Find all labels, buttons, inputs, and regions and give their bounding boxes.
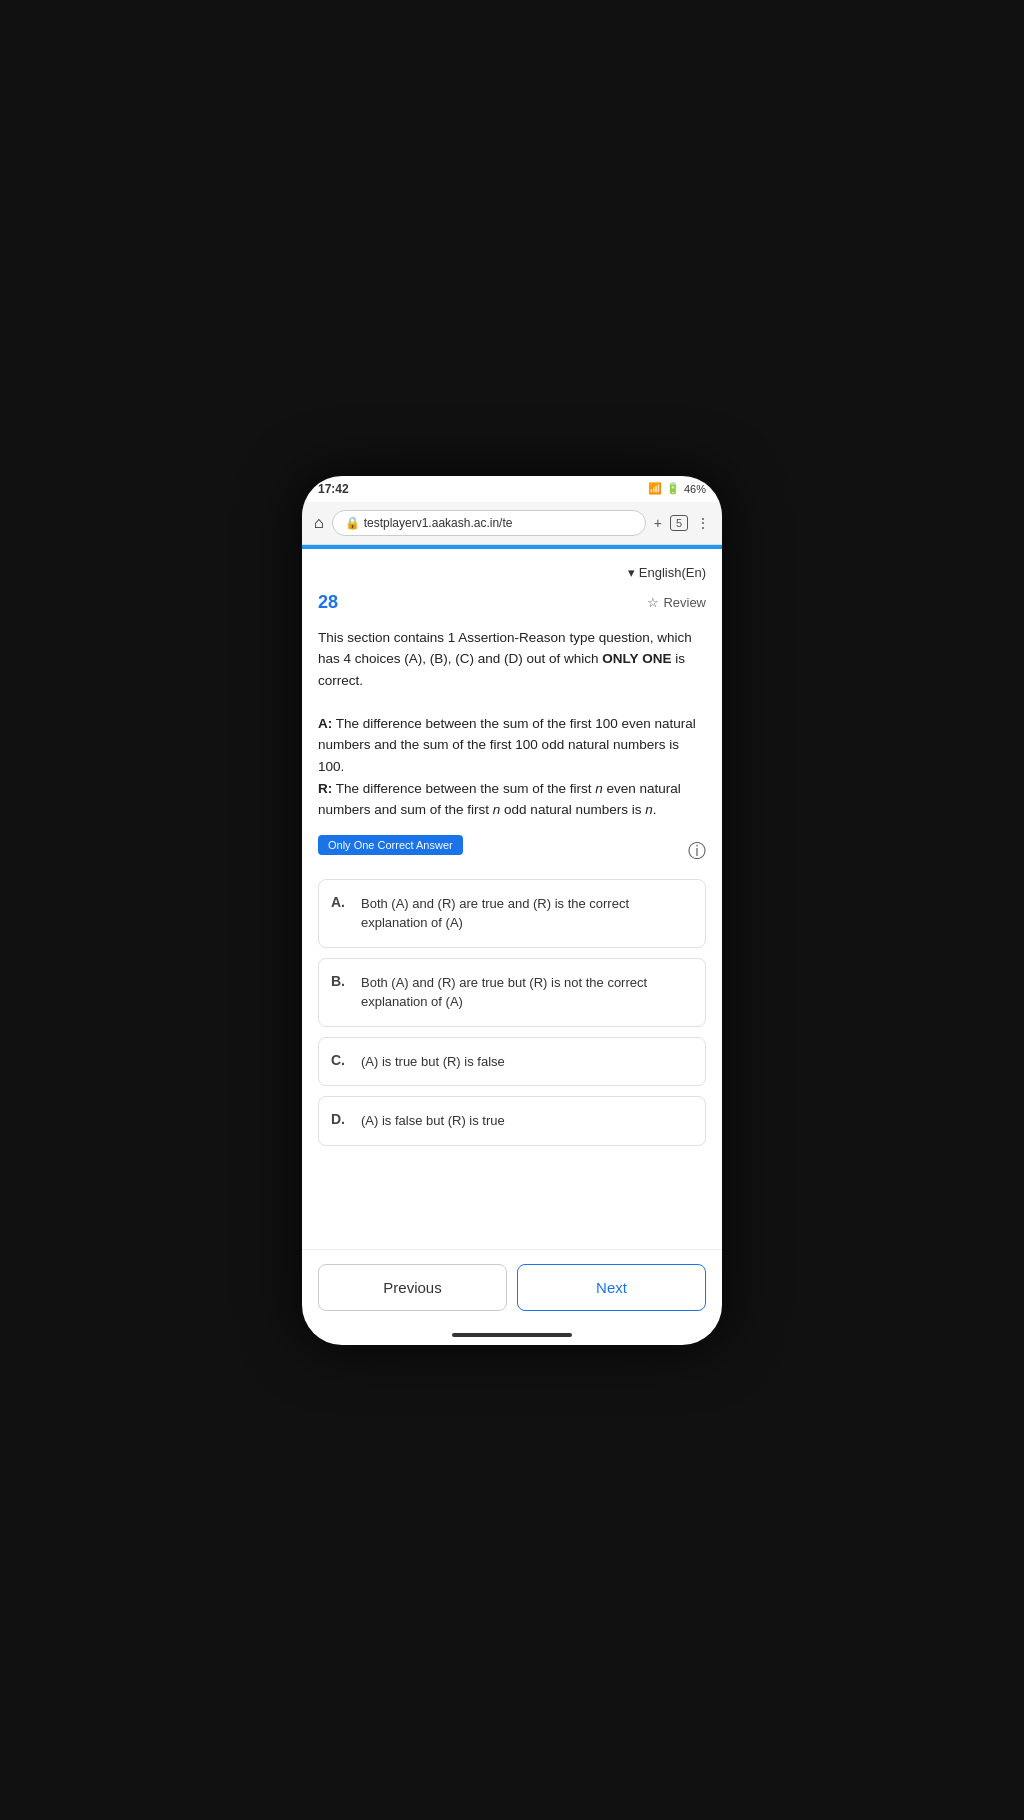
option-b-text: Both (A) and (R) are true but (R) is not… [361, 973, 693, 1012]
battery-icon: 🔋 [666, 482, 680, 495]
question-number: 28 [318, 592, 338, 613]
option-b-label: B. [331, 973, 349, 989]
previous-button[interactable]: Previous [318, 1264, 507, 1311]
options-container: A. Both (A) and (R) are true and (R) is … [318, 879, 706, 1146]
language-selector[interactable]: ▾ English(En) [318, 565, 706, 580]
reason-label: R: [318, 781, 332, 796]
next-button[interactable]: Next [517, 1264, 706, 1311]
option-a[interactable]: A. Both (A) and (R) are true and (R) is … [318, 879, 706, 948]
home-icon[interactable]: ⌂ [314, 514, 324, 532]
bottom-navigation: Previous Next [302, 1249, 722, 1325]
option-d-label: D. [331, 1111, 349, 1127]
only-one-text: ONLY ONE [602, 651, 671, 666]
option-b[interactable]: B. Both (A) and (R) are true but (R) is … [318, 958, 706, 1027]
more-options-icon[interactable]: ⋮ [696, 515, 710, 531]
reason-text: The difference between the sum of the fi… [318, 781, 681, 818]
phone-frame: 17:42 📶 🔋 46% ⌂ 🔒 testplayerv1.aakash.ac… [302, 476, 722, 1345]
assertion-text: The difference between the sum of the fi… [318, 716, 696, 774]
question-body: This section contains 1 Assertion-Reason… [318, 627, 706, 821]
language-label: English(En) [639, 565, 706, 580]
option-c-text: (A) is true but (R) is false [361, 1052, 505, 1072]
option-c-label: C. [331, 1052, 349, 1068]
option-d[interactable]: D. (A) is false but (R) is true [318, 1096, 706, 1146]
url-text: testplayerv1.aakash.ac.in/te [364, 516, 513, 530]
option-a-text: Both (A) and (R) are true and (R) is the… [361, 894, 693, 933]
review-button[interactable]: ☆ Review [647, 595, 706, 610]
new-tab-icon[interactable]: + [654, 515, 662, 531]
lock-icon: 🔒 [345, 516, 360, 530]
option-c[interactable]: C. (A) is true but (R) is false [318, 1037, 706, 1087]
option-d-text: (A) is false but (R) is true [361, 1111, 505, 1131]
chevron-down-icon: ▾ [628, 565, 635, 580]
url-bar[interactable]: 🔒 testplayerv1.aakash.ac.in/te [332, 510, 646, 536]
question-header: 28 ☆ Review [318, 592, 706, 613]
option-a-label: A. [331, 894, 349, 910]
review-label: Review [663, 595, 706, 610]
info-icon[interactable]: ⓘ [688, 839, 706, 863]
status-bar: 17:42 📶 🔋 46% [302, 476, 722, 502]
assertion-label: A: [318, 716, 332, 731]
star-icon: ☆ [647, 595, 659, 610]
status-time: 17:42 [318, 482, 349, 496]
home-indicator [302, 1325, 722, 1345]
battery-percent: 46% [684, 483, 706, 495]
browser-actions: + 5 ⋮ [654, 515, 710, 531]
network-icon: 📶 [648, 482, 662, 495]
content-area: ▾ English(En) 28 ☆ Review This section c… [302, 549, 722, 1249]
answer-type-badge: Only One Correct Answer [318, 835, 463, 855]
tabs-count-badge[interactable]: 5 [670, 515, 688, 531]
browser-bar: ⌂ 🔒 testplayerv1.aakash.ac.in/te + 5 ⋮ [302, 502, 722, 545]
status-icons: 📶 🔋 46% [648, 482, 706, 495]
home-bar [452, 1333, 572, 1337]
